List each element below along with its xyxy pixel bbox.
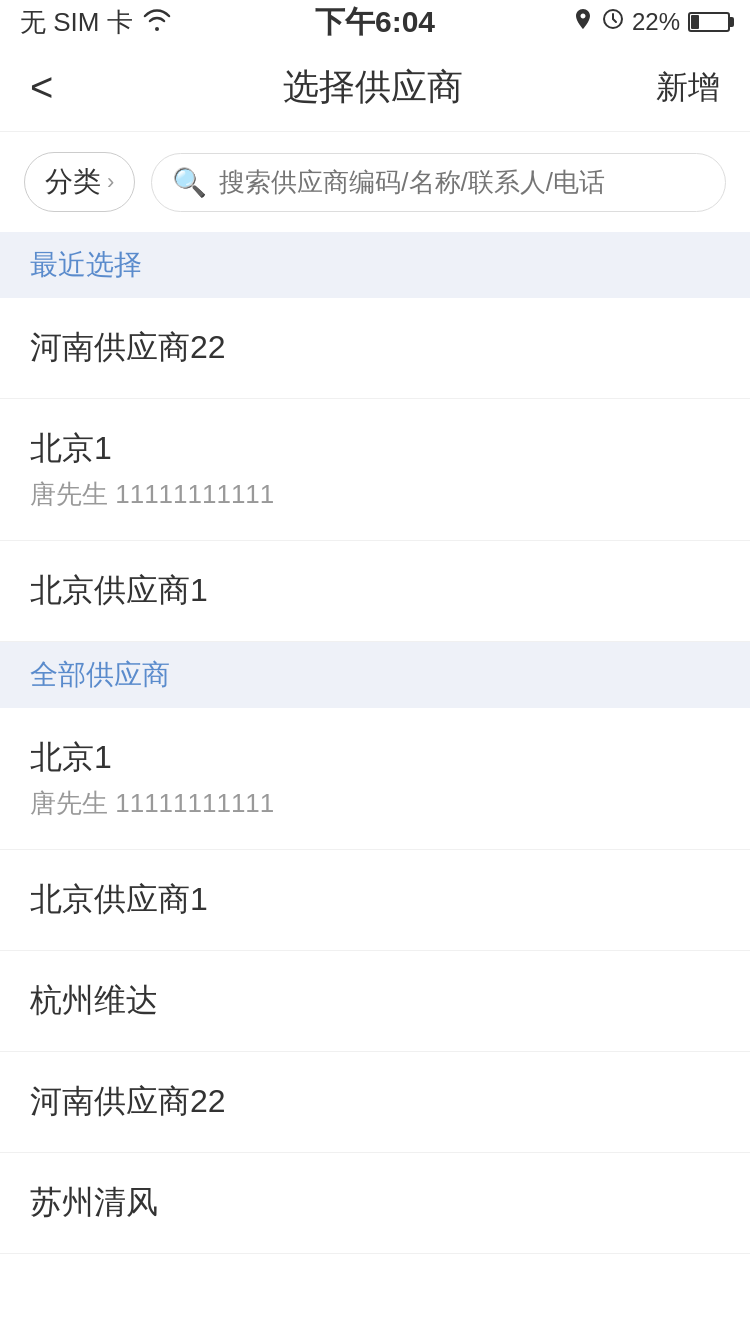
recent-section-header: 最近选择 <box>0 232 750 298</box>
battery-text: 22% <box>632 8 680 36</box>
back-button[interactable]: < <box>30 65 90 110</box>
item-name: 河南供应商22 <box>30 1080 720 1124</box>
item-name: 杭州维达 <box>30 979 720 1023</box>
carrier-text: 无 SIM 卡 <box>20 5 133 40</box>
page-title: 选择供应商 <box>283 63 463 112</box>
list-item[interactable]: 北京供应商1 <box>0 541 750 642</box>
list-item[interactable]: 北京1 唐先生 11111111111 <box>0 708 750 850</box>
list-item[interactable]: 河南供应商22 <box>0 298 750 399</box>
item-sub: 唐先生 11111111111 <box>30 786 720 821</box>
search-input[interactable] <box>219 167 705 198</box>
recent-items-list: 河南供应商22 北京1 唐先生 11111111111 北京供应商1 <box>0 298 750 642</box>
clock-icon <box>602 8 624 36</box>
list-item[interactable]: 北京供应商1 <box>0 850 750 951</box>
category-button[interactable]: 分类 › <box>24 152 135 212</box>
wifi-icon <box>143 7 171 38</box>
item-name: 北京供应商1 <box>30 569 720 613</box>
item-name: 河南供应商22 <box>30 326 720 370</box>
list-item[interactable]: 北京1 唐先生 11111111111 <box>0 399 750 541</box>
battery-icon <box>688 12 730 32</box>
status-bar: 无 SIM 卡 下午6:04 22% <box>0 0 750 44</box>
chevron-right-icon: › <box>107 169 114 195</box>
status-time: 下午6:04 <box>315 2 435 43</box>
all-section-header: 全部供应商 <box>0 642 750 708</box>
all-section-title: 全部供应商 <box>30 659 170 690</box>
item-name: 北京1 <box>30 427 720 471</box>
all-items-list: 北京1 唐先生 11111111111 北京供应商1 杭州维达 河南供应商22 … <box>0 708 750 1254</box>
item-name: 苏州清风 <box>30 1181 720 1225</box>
item-sub: 唐先生 11111111111 <box>30 477 720 512</box>
search-box[interactable]: 🔍 <box>151 153 726 212</box>
category-label: 分类 <box>45 163 101 201</box>
status-left: 无 SIM 卡 <box>20 5 171 40</box>
list-item[interactable]: 杭州维达 <box>0 951 750 1052</box>
search-row: 分类 › 🔍 <box>0 132 750 232</box>
location-icon <box>572 8 594 36</box>
recent-section-title: 最近选择 <box>30 249 142 280</box>
list-item[interactable]: 苏州清风 <box>0 1153 750 1254</box>
item-name: 北京供应商1 <box>30 878 720 922</box>
list-item[interactable]: 河南供应商22 <box>0 1052 750 1153</box>
search-icon: 🔍 <box>172 166 207 199</box>
nav-bar: < 选择供应商 新增 <box>0 44 750 132</box>
status-right: 22% <box>572 8 730 36</box>
add-button[interactable]: 新增 <box>656 66 720 110</box>
item-name: 北京1 <box>30 736 720 780</box>
